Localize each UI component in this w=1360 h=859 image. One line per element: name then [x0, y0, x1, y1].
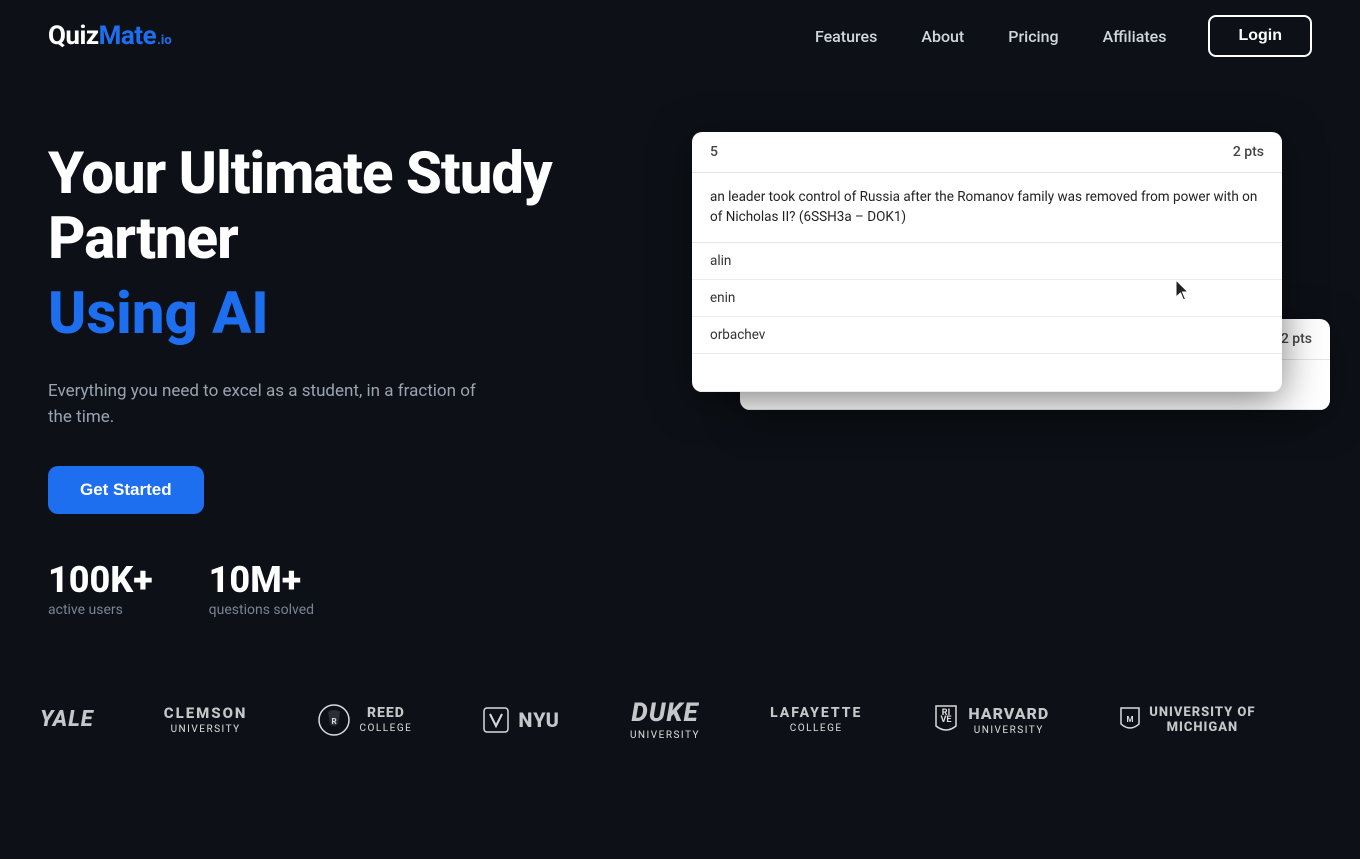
- quiz-card-1: 5 2 pts an leader took control of Russia…: [692, 132, 1282, 392]
- quiz-q1-number: 5: [710, 144, 718, 160]
- logo-reed: R REED COLLEGE: [318, 704, 413, 736]
- logo-nyu: NYU: [482, 706, 560, 734]
- svg-text:RI: RI: [942, 708, 950, 718]
- umich-icon: M: [1119, 706, 1141, 734]
- get-started-button[interactable]: Get Started: [48, 466, 204, 514]
- hero-content: Your Ultimate Study Partner Using AI Eve…: [48, 132, 588, 618]
- stat-active-users: 100K+ active users: [48, 562, 153, 618]
- logo-clemson: CLEMSON UNIVERSITY: [164, 704, 248, 735]
- logo-io: .io: [157, 33, 172, 48]
- logo-yale: Yale: [40, 707, 94, 732]
- logos-section: Yale CLEMSON UNIVERSITY R REED COLLEGE: [0, 658, 1360, 771]
- hero-subtitle: Everything you need to excel as a studen…: [48, 378, 488, 431]
- quiz-q1-text: an leader took control of Russia after t…: [692, 173, 1282, 243]
- nav-pricing[interactable]: Pricing: [990, 19, 1076, 54]
- logo[interactable]: QuizMate .io: [48, 21, 172, 51]
- quiz-option-3[interactable]: orbachev: [692, 317, 1282, 354]
- svg-text:M: M: [1127, 715, 1134, 724]
- stat-users-label: active users: [48, 602, 153, 618]
- logo-umich: M UNIVERSITY OF MICHIGAN: [1119, 705, 1255, 735]
- stat-questions-label: questions solved: [209, 602, 314, 618]
- quiz-option-1[interactable]: alin: [692, 243, 1282, 280]
- nav-links: Features About Pricing Affiliates Login: [797, 15, 1312, 57]
- quiz-q2-pts: 2 pts: [1281, 331, 1312, 347]
- nyu-icon: [482, 706, 510, 734]
- logo-harvard: VE RI HARVARD UNIVERSITY: [932, 704, 1049, 736]
- quiz-option-4[interactable]: [692, 354, 1282, 392]
- reed-crest-icon: R: [318, 704, 350, 736]
- logo-lafayette: LAFAYETTE COLLEGE: [770, 705, 862, 734]
- svg-text:R: R: [331, 717, 336, 726]
- quiz-mockup: 6 2 pts e following countries was not co…: [692, 132, 1312, 502]
- harvard-shield-icon: VE RI: [932, 704, 960, 736]
- stats-section: 100K+ active users 10M+ questions solved: [48, 562, 588, 618]
- nav-about[interactable]: About: [903, 19, 982, 54]
- quiz-card1-header: 5 2 pts: [692, 132, 1282, 173]
- hero-title: Your Ultimate Study Partner: [48, 142, 588, 272]
- stat-questions-value: 10M+: [209, 562, 314, 598]
- hero-title-blue: Using AI: [48, 280, 588, 350]
- stat-questions: 10M+ questions solved: [209, 562, 314, 618]
- login-button[interactable]: Login: [1208, 15, 1312, 57]
- nav-affiliates[interactable]: Affiliates: [1085, 19, 1185, 54]
- stat-users-value: 100K+: [48, 562, 153, 598]
- logo-duke: Duke UNIVERSITY: [630, 698, 700, 741]
- navbar: QuizMate .io Features About Pricing Affi…: [0, 0, 1360, 72]
- nav-features[interactable]: Features: [797, 19, 895, 54]
- quiz-q1-pts: 2 pts: [1233, 144, 1264, 160]
- university-logos-row: Yale CLEMSON UNIVERSITY R REED COLLEGE: [0, 698, 1360, 741]
- logo-mate: Mate: [99, 21, 157, 51]
- logo-quiz: Quiz: [48, 21, 99, 51]
- hero-section: Your Ultimate Study Partner Using AI Eve…: [0, 72, 1360, 658]
- quiz-option-2[interactable]: enin: [692, 280, 1282, 317]
- quiz-cards: 6 2 pts e following countries was not co…: [692, 132, 1312, 392]
